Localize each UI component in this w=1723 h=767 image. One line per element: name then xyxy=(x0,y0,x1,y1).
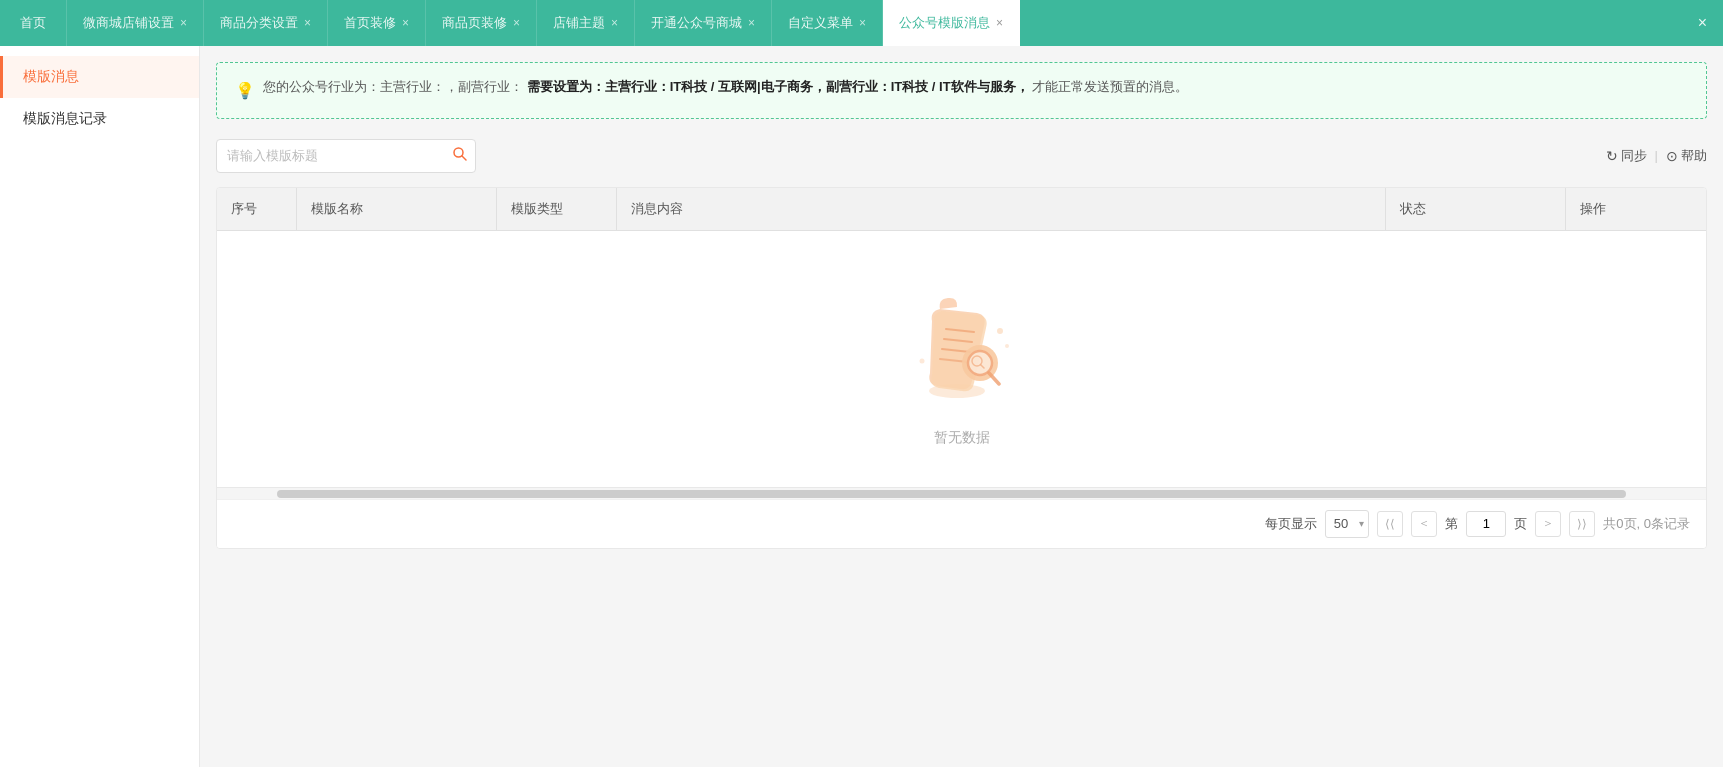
empty-text: 暂无数据 xyxy=(934,429,990,447)
sync-icon: ↻ xyxy=(1606,148,1618,164)
page-next-button[interactable]: ＞ xyxy=(1535,511,1561,537)
col-content: 消息内容 xyxy=(617,188,1386,230)
sidebar: 模版消息 模版消息记录 xyxy=(0,46,200,767)
nav-tab-template-message[interactable]: 公众号模版消息 × xyxy=(883,0,1020,46)
nav-tab-shop-theme[interactable]: 店铺主题 × xyxy=(537,0,635,46)
svg-point-15 xyxy=(919,358,924,363)
search-input[interactable] xyxy=(216,139,476,173)
page-last-button[interactable]: ⟩⟩ xyxy=(1569,511,1595,537)
nav-tab-home[interactable]: 首页 xyxy=(0,0,67,46)
page-size-value: 50 xyxy=(1334,516,1348,531)
close-icon-custom-menu[interactable]: × xyxy=(859,16,866,30)
close-icon-product-decoration[interactable]: × xyxy=(513,16,520,30)
close-icon-template-message[interactable]: × xyxy=(996,16,1003,30)
sidebar-item-template-msg-label: 模版消息 xyxy=(23,68,79,84)
search-button[interactable] xyxy=(452,146,468,166)
notice-icon: 💡 xyxy=(235,78,255,104)
col-name: 模版名称 xyxy=(297,188,497,230)
page-label-post: 页 xyxy=(1514,515,1527,533)
last-page-icon: ⟩⟩ xyxy=(1577,517,1587,531)
svg-line-1 xyxy=(462,156,466,160)
page-label-pre: 第 xyxy=(1445,515,1458,533)
page-size-label: 每页显示 xyxy=(1265,515,1317,533)
nav-tab-shop-theme-label: 店铺主题 xyxy=(553,14,605,32)
total-info: 共0页, 0条记录 xyxy=(1603,515,1690,533)
nav-tab-category-settings[interactable]: 商品分类设置 × xyxy=(204,0,328,46)
sync-help-area: ↻ 同步 | ⊙ 帮助 xyxy=(1606,147,1707,165)
chevron-down-icon: ▾ xyxy=(1359,518,1364,529)
close-all-icon: × xyxy=(1698,14,1707,31)
svg-line-10 xyxy=(989,373,999,384)
nav-tab-custom-menu-label: 自定义菜单 xyxy=(788,14,853,32)
sync-button[interactable]: ↻ 同步 xyxy=(1606,147,1647,165)
page-size-select[interactable]: 50 ▾ xyxy=(1325,510,1369,538)
pagination: 每页显示 50 ▾ ⟨⟨ ＜ 第 页 ＞ ⟩⟩ xyxy=(217,499,1706,548)
notice-suffix: 才能正常发送预置的消息。 xyxy=(1032,79,1188,94)
close-icon-home-decoration[interactable]: × xyxy=(402,16,409,30)
empty-state: 暂无数据 xyxy=(217,231,1706,487)
svg-point-14 xyxy=(1005,344,1009,348)
nav-tab-category-settings-label: 商品分类设置 xyxy=(220,14,298,32)
page-number-input[interactable] xyxy=(1466,511,1506,537)
close-icon-shop-settings[interactable]: × xyxy=(180,16,187,30)
nav-tab-home-decoration[interactable]: 首页装修 × xyxy=(328,0,426,46)
help-icon: ⊙ xyxy=(1666,148,1678,164)
scrollbar-thumb[interactable] xyxy=(277,490,1626,498)
empty-illustration xyxy=(902,291,1022,411)
page-prev-button[interactable]: ＜ xyxy=(1411,511,1437,537)
content-area: 💡 您的公众号行业为：主营行业：，副营行业： 需要设置为：主营行业：IT科技 /… xyxy=(200,46,1723,767)
nav-tab-home-label: 首页 xyxy=(20,14,46,32)
next-page-icon: ＞ xyxy=(1542,515,1554,532)
search-input-wrap xyxy=(216,139,476,173)
sidebar-item-template-msg-record-label: 模版消息记录 xyxy=(23,110,107,126)
main-layout: 模版消息 模版消息记录 💡 您的公众号行业为：主营行业：，副营行业： 需要设置为… xyxy=(0,46,1723,767)
notice-box: 💡 您的公众号行业为：主营行业：，副营行业： 需要设置为：主营行业：IT科技 /… xyxy=(216,62,1707,119)
close-all-button[interactable]: × xyxy=(1682,14,1723,32)
first-page-icon: ⟨⟨ xyxy=(1385,517,1395,531)
col-type: 模版类型 xyxy=(497,188,617,230)
search-bar: ↻ 同步 | ⊙ 帮助 xyxy=(216,139,1707,173)
nav-tab-open-wechat-label: 开通公众号商城 xyxy=(651,14,742,32)
notice-highlight: 需要设置为：主营行业：IT科技 / 互联网|电子商务，副营行业：IT科技 / I… xyxy=(527,79,1029,94)
top-nav: 首页 微商城店铺设置 × 商品分类设置 × 首页装修 × 商品页装修 × 店铺主… xyxy=(0,0,1723,46)
prev-page-icon: ＜ xyxy=(1418,515,1430,532)
close-icon-open-wechat[interactable]: × xyxy=(748,16,755,30)
nav-tab-shop-settings-label: 微商城店铺设置 xyxy=(83,14,174,32)
close-icon-category-settings[interactable]: × xyxy=(304,16,311,30)
nav-tab-product-decoration-label: 商品页装修 xyxy=(442,14,507,32)
table-header: 序号 模版名称 模版类型 消息内容 状态 操作 xyxy=(217,188,1706,231)
nav-tab-product-decoration[interactable]: 商品页装修 × xyxy=(426,0,537,46)
notice-text: 您的公众号行业为：主营行业：，副营行业： 需要设置为：主营行业：IT科技 / 互… xyxy=(263,77,1188,98)
help-button[interactable]: ⊙ 帮助 xyxy=(1666,147,1707,165)
svg-point-13 xyxy=(997,328,1003,334)
nav-tab-custom-menu[interactable]: 自定义菜单 × xyxy=(772,0,883,46)
horizontal-scrollbar[interactable] xyxy=(217,487,1706,499)
help-label: 帮助 xyxy=(1681,147,1707,165)
sidebar-item-template-msg-record[interactable]: 模版消息记录 xyxy=(0,98,199,140)
toolbar-divider: | xyxy=(1655,148,1658,163)
nav-tab-home-decoration-label: 首页装修 xyxy=(344,14,396,32)
data-table: 序号 模版名称 模版类型 消息内容 状态 操作 xyxy=(216,187,1707,549)
col-status: 状态 xyxy=(1386,188,1566,230)
sync-label: 同步 xyxy=(1621,147,1647,165)
notice-prefix: 您的公众号行业为：主营行业：，副营行业： xyxy=(263,79,523,94)
nav-tab-open-wechat[interactable]: 开通公众号商城 × xyxy=(635,0,772,46)
nav-tab-template-message-label: 公众号模版消息 xyxy=(899,14,990,32)
search-icon xyxy=(452,148,468,165)
col-index: 序号 xyxy=(217,188,297,230)
nav-tab-shop-settings[interactable]: 微商城店铺设置 × xyxy=(67,0,204,46)
col-action: 操作 xyxy=(1566,188,1706,230)
sidebar-item-template-msg[interactable]: 模版消息 xyxy=(0,56,199,98)
close-icon-shop-theme[interactable]: × xyxy=(611,16,618,30)
page-first-button[interactable]: ⟨⟨ xyxy=(1377,511,1403,537)
